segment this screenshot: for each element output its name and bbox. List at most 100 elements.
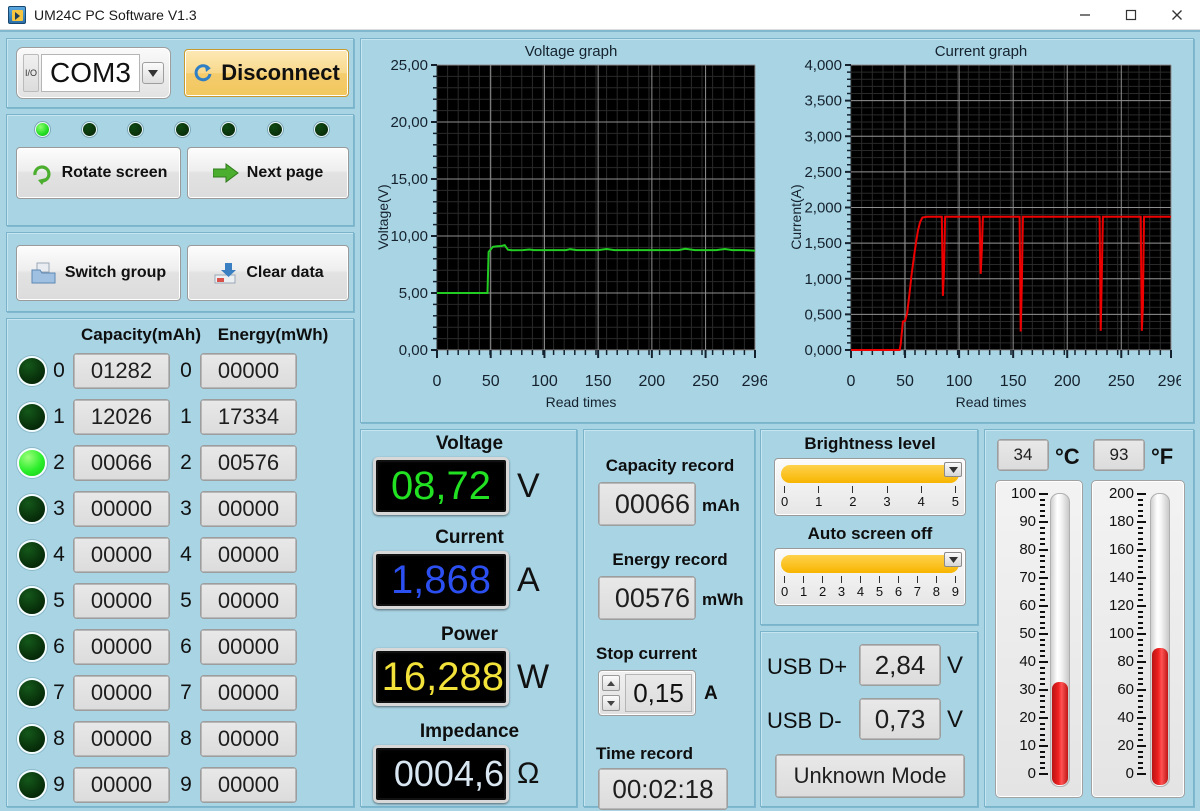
com-port-select[interactable]: I/O COM3 (16, 47, 171, 99)
impedance-unit: Ω (517, 757, 540, 790)
fahrenheit-thermometer: 200 180 160 140 120 100 80 60 40 20 0 (1091, 480, 1185, 798)
group-led (17, 540, 47, 570)
usb-dplus-label: USB D+ (767, 654, 848, 679)
brightness-slider[interactable]: 012345 (774, 458, 966, 516)
celsius-tube (1050, 493, 1070, 787)
brightness-caption: Brightness level (804, 434, 936, 453)
energy-value-field: 00576 (200, 445, 297, 481)
chevron-down-icon[interactable] (142, 62, 164, 84)
close-button[interactable] (1154, 0, 1200, 30)
thermometer-minor-tick (1138, 705, 1143, 708)
temperature-panel: 34 °C 93 °F 100 90 80 70 60 50 40 30 20 10 0 200 18… (984, 429, 1194, 807)
thermometer-major-tick (1039, 660, 1048, 663)
thermometer-minor-tick (1138, 593, 1143, 596)
thermometer-major-tick (1039, 744, 1048, 747)
disconnect-button[interactable]: Disconnect (184, 49, 349, 97)
switch-group-button[interactable]: Switch group (16, 245, 181, 301)
thermometer-major-tick (1039, 492, 1048, 495)
impedance-display: 0004,6 (373, 745, 509, 803)
voltage-x-axis-label: Read times (545, 394, 617, 410)
table-row: 4 00000 4 00000 (7, 533, 353, 577)
fahrenheit-value: 93 (1094, 440, 1144, 470)
power-caption: Power (440, 624, 499, 645)
capacity-value: 00000 (74, 584, 169, 618)
energy-value: 00000 (201, 676, 296, 710)
thermometer-major-tick (1039, 548, 1048, 551)
energy-column-header: Energy(mWh) (217, 325, 329, 344)
thermometer-minor-tick (1138, 644, 1143, 647)
thermometer-minor-tick (1040, 677, 1045, 680)
capacity-value: 01282 (74, 354, 169, 388)
thermometer-major-tick (1137, 744, 1146, 747)
energy-record-caption: Energy record (612, 550, 728, 569)
thermometer-minor-tick (1040, 756, 1045, 759)
table-row: 3 00000 3 00000 (7, 487, 353, 531)
voltage-graph-title: Voltage graph (524, 43, 618, 60)
current-graph-plot[interactable]: 0,000 0,500 1,000 1,500 2,000 2,500 3,000 3,500… (781, 59, 1181, 389)
capacity-record-unit: mAh (702, 496, 740, 515)
energy-row-index: 3 (180, 497, 192, 520)
voltage-graph-plot[interactable]: 0,00 5,00 10,00 15,00 20,00 25,00 0 50 100 150 200… (375, 59, 767, 389)
x-axis-tick-label: 0 (847, 373, 856, 389)
capacity-value-field: 00000 (73, 491, 170, 527)
slider-tick: 7 (914, 576, 921, 604)
stop-current-stepper[interactable]: 0,15 (598, 670, 696, 716)
thermometer-major-tick (1137, 716, 1146, 719)
thermometer-tick-label: 70 (1019, 569, 1036, 586)
energy-row-index: 6 (180, 635, 192, 658)
y-axis-tick-label: 0,000 (804, 342, 842, 359)
y-axis-tick-label: 2,000 (804, 200, 842, 217)
y-axis-tick-label: 1,500 (804, 235, 842, 252)
thermometer-minor-tick (1138, 537, 1143, 540)
y-axis-tick-label: 3,000 (804, 128, 842, 145)
thermometer-major-tick (1137, 632, 1146, 635)
chevron-down-icon[interactable] (944, 462, 962, 477)
capacity-row-index: 4 (53, 543, 65, 566)
next-page-button[interactable]: Next page (187, 147, 349, 199)
energy-value-field: 00000 (200, 353, 297, 389)
spinner-down-icon[interactable] (602, 695, 620, 711)
thermometer-minor-tick (1040, 705, 1045, 708)
group-led (17, 678, 47, 708)
thermometer-tick-label: 20 (1019, 709, 1036, 726)
spinner-up-icon[interactable] (602, 675, 620, 691)
thermometer-major-tick (1137, 604, 1146, 607)
rotate-screen-button[interactable]: Rotate screen (16, 147, 181, 199)
table-row: 8 00000 8 00000 (7, 717, 353, 761)
thermometer-minor-tick (1040, 554, 1045, 557)
x-axis-tick-label: 0 (433, 373, 442, 389)
minimize-button[interactable] (1062, 0, 1108, 30)
usb-dminus-label: USB D- (767, 708, 842, 733)
capacity-energy-panel: Capacity(mAh) Energy(mWh) 0 01282 0 00000 1 1… (6, 318, 354, 807)
usb-dminus-field: 0,73 (859, 698, 941, 740)
thermometer-major-tick (1039, 520, 1048, 523)
table-row: 9 00000 9 00000 (7, 763, 353, 807)
thermometer-minor-tick (1040, 666, 1045, 669)
thermometer-minor-tick (1138, 582, 1143, 585)
capacity-value-field: 00000 (73, 629, 170, 665)
thermometer-minor-tick (1040, 498, 1045, 501)
celsius-field: 34 (997, 439, 1049, 471)
brightness-slider-track (781, 465, 959, 483)
thermometer-minor-tick (1040, 672, 1045, 675)
energy-row-index: 9 (180, 773, 192, 796)
maximize-button[interactable] (1108, 0, 1154, 30)
status-led (174, 122, 190, 137)
stop-current-value[interactable]: 0,15 (625, 674, 692, 712)
energy-value: 17334 (201, 400, 296, 434)
capacity-value: 00000 (74, 676, 169, 710)
group-led (17, 402, 47, 432)
celsius-thermometer: 100 90 80 70 60 50 40 30 20 10 0 (995, 480, 1083, 798)
usb-dplus-field: 2,84 (859, 644, 941, 686)
usb-dminus-unit: V (947, 706, 964, 733)
x-axis-tick-label: 200 (639, 373, 666, 389)
chevron-down-icon[interactable] (944, 552, 962, 567)
slider-tick: 3 (838, 576, 845, 604)
thermometer-major-tick (1039, 632, 1048, 635)
folder-icon (31, 261, 57, 285)
screenoff-slider[interactable]: 0123456789 (774, 548, 966, 606)
stop-current-unit: A (704, 683, 718, 704)
slider-tick: 1 (800, 576, 807, 604)
clear-data-button[interactable]: Clear data (187, 245, 349, 301)
screenoff-caption: Auto screen off (807, 524, 933, 543)
